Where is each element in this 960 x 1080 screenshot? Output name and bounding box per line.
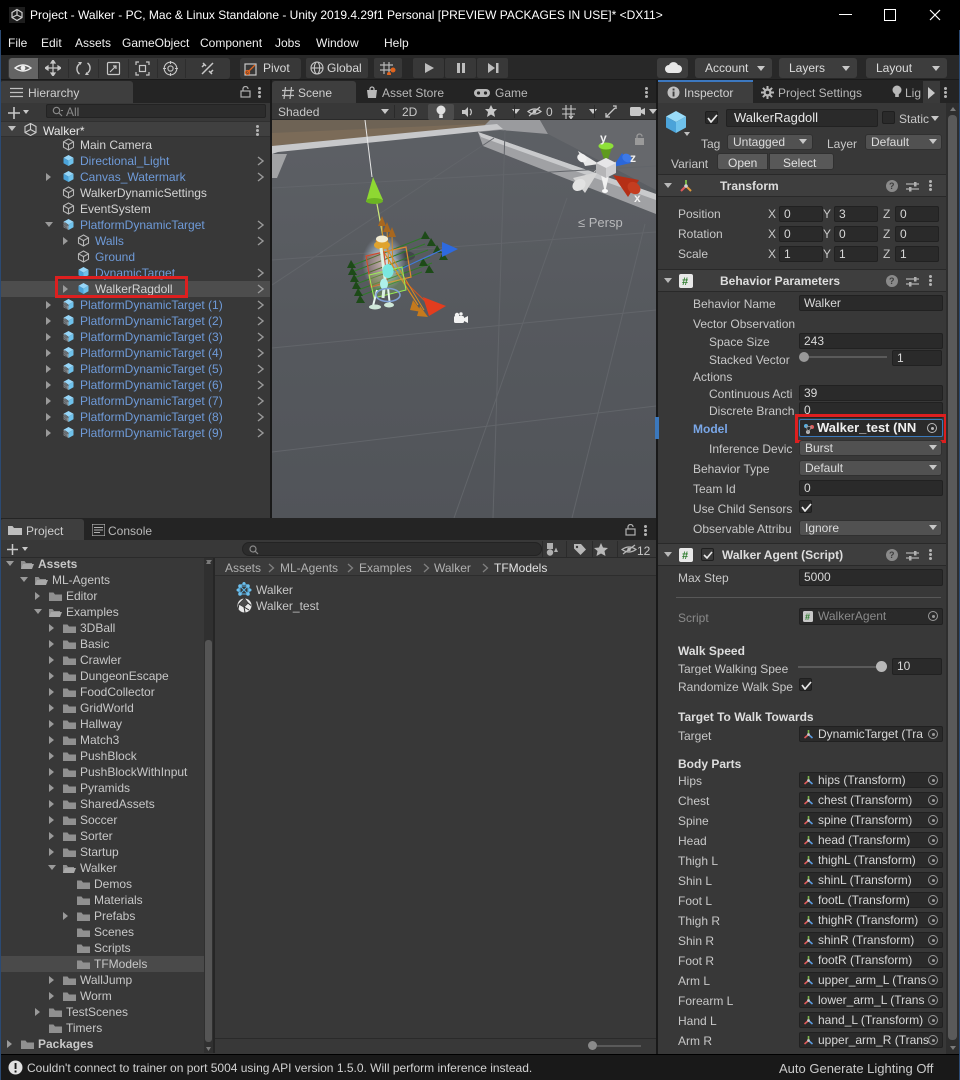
svg-text:#: # <box>682 550 688 562</box>
svg-text:#: # <box>682 276 688 288</box>
svg-text:#: # <box>805 612 810 622</box>
svg-text:y: y <box>600 131 607 145</box>
svg-text:x: x <box>634 191 641 205</box>
svg-text:z: z <box>630 151 636 165</box>
svg-text:≤ Persp: ≤ Persp <box>578 215 623 230</box>
